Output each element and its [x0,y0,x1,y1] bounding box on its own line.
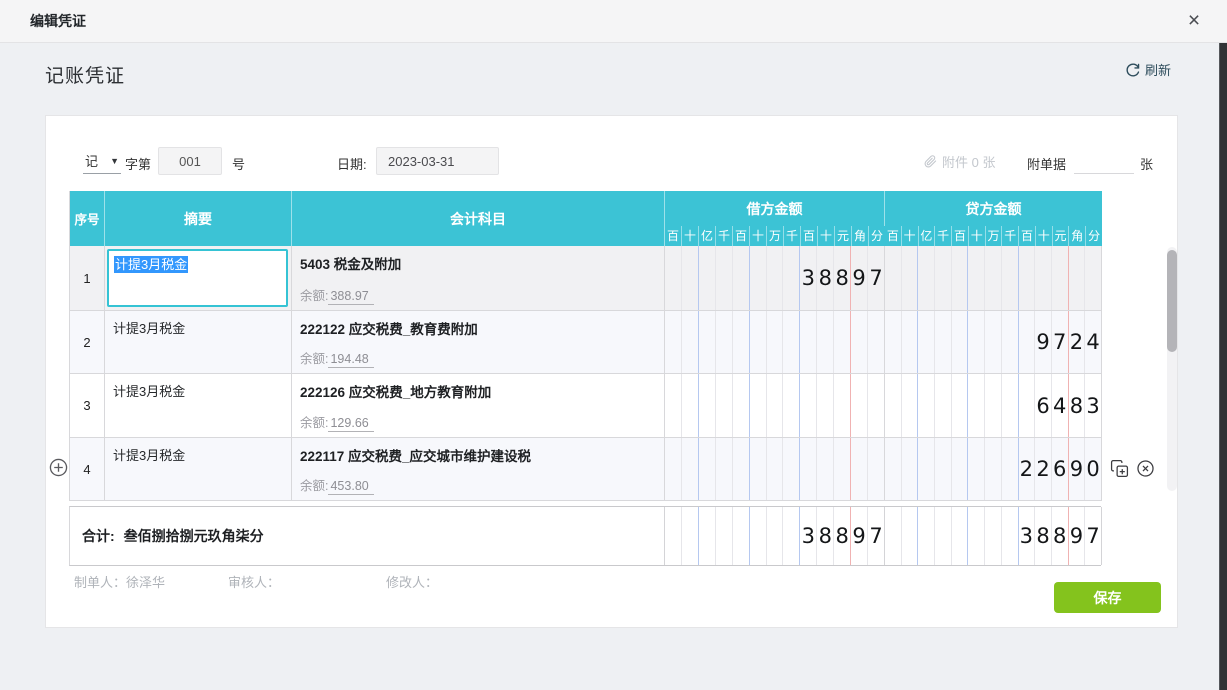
date-label: 日期: [337,157,367,172]
debit-cell[interactable]: 38897 [665,246,885,310]
total-row: 合计: 叁佰捌拾捌元玖角柒分 38897 38897 [69,506,1102,566]
table-row[interactable]: 4 计提3月税金 222117 应交税费_应交城市维护建设税 余额: 453.80… [70,438,1102,501]
balance: 余额: 194.48 [300,348,374,368]
hao-label: 号 [232,157,246,172]
credit-amount: 9724 [885,311,1101,373]
auditor-field: 审核人： [228,575,281,590]
voucher-table: 序号 摘要 会计科目 借方金额 贷方金额 百十亿千百十万千百十元角分 百十亿千百… [69,191,1102,501]
date-input[interactable] [376,147,499,175]
credit-digit-scale: 百十亿千百十万千百十元角分 [885,226,1102,246]
balance-value: 388.97 [328,289,374,305]
paperclip-icon [924,155,937,168]
refresh-button[interactable]: 刷新 [1126,60,1171,79]
summary-header: 摘要 [105,191,292,246]
selected-text: 计提3月税金 [114,256,189,273]
account-cell[interactable]: 222117 应交税费_应交城市维护建设税 余额: 453.80 [292,438,665,500]
zhang-label: 张 [1140,157,1154,172]
credit-cell[interactable]: 9724 [885,311,1102,373]
maker-field: 制单人：徐泽华 [74,575,166,590]
refresh-icon [1126,62,1140,76]
window-edge-strip [1219,43,1227,690]
summary-cell[interactable]: 计提3月税金 [105,311,292,373]
debit-digit-scale: 百十亿千百十万千百十元角分 [665,226,885,246]
fudanju-label: 附单据 [1027,157,1067,172]
debit-header: 借方金额 [665,191,885,226]
balance-value: 194.48 [328,352,374,368]
balance-value: 453.80 [328,479,374,495]
debit-amount [665,311,884,373]
row-seq: 3 [70,374,105,437]
voucher-form-row: 记 ▼ 字第 号 日期: 附件 0 张 附单据 张 [46,116,1177,176]
total-debit-cell: 38897 [665,507,885,565]
table-row[interactable]: 3 计提3月税金 222126 应交税费_地方教育附加 余额: 129.66 64… [70,374,1102,438]
total-debit-amount: 38897 [665,507,884,565]
total-prefix: 合计: [82,528,115,544]
balance: 余额: 388.97 [300,285,374,305]
attachment-label: 附件 0 张 [942,155,996,170]
seq-header: 序号 [70,191,105,246]
account-name: 5403 税金及附加 [300,257,402,272]
table-row[interactable]: 2 计提3月税金 222122 应交税费_教育费附加 余额: 194.48 972… [70,311,1102,374]
table-header: 序号 摘要 会计科目 借方金额 贷方金额 百十亿千百十万千百十元角分 百十亿千百… [70,191,1102,246]
dialog-titlebar: 编辑凭证 × [0,0,1227,43]
edit-voucher-dialog: 编辑凭证 × 记账凭证 刷新 记 ▼ 字第 号 日期: 附件 0 张 附单据 [0,0,1227,690]
dialog-title: 编辑凭证 [30,13,86,29]
credit-amount: 6483 [885,374,1101,437]
summary-cell[interactable]: 计提3月税金 [105,374,292,437]
attachment-button[interactable]: 附件 0 张 [924,152,995,171]
credit-amount [885,246,1101,310]
voucher-number-input[interactable] [158,147,222,175]
modifier-field: 修改人： [386,575,439,590]
balance: 余额: 453.80 [300,475,374,495]
row-seq: 4 [70,438,105,500]
zidi-label: 字第 [125,157,152,172]
total-label: 合计: 叁佰捌拾捌元玖角柒分 [70,507,665,565]
balance: 余额: 129.66 [300,412,374,432]
credit-cell[interactable]: 6483 [885,374,1102,437]
account-cell[interactable]: 222122 应交税费_教育费附加 余额: 194.48 [292,311,665,373]
debit-cell[interactable] [665,311,885,373]
account-header: 会计科目 [292,191,665,246]
delete-row-icon[interactable] [1136,459,1155,483]
voucher-card: 记 ▼ 字第 号 日期: 附件 0 张 附单据 张 序号 摘要 会计科目 借方金… [45,115,1178,628]
summary-edit-input[interactable]: 计提3月税金 [107,249,288,307]
summary-cell[interactable]: 计提3月税金 [105,438,292,500]
voucher-type-value: 记 [85,154,99,169]
credit-cell[interactable] [885,246,1102,310]
account-cell[interactable]: 222126 应交税费_地方教育附加 余额: 129.66 [292,374,665,437]
summary-cell[interactable]: 计提3月税金 [105,246,292,310]
credit-header: 贷方金额 [965,200,1022,217]
account-name: 222117 应交税费_应交城市维护建设税 [300,449,532,464]
debit-cell[interactable] [665,438,885,500]
refresh-label: 刷新 [1145,63,1172,78]
balance-value: 129.66 [328,416,374,432]
total-words: 叁佰捌拾捌元玖角柒分 [123,528,264,544]
debit-amount [665,374,884,437]
fudanju-input[interactable] [1074,152,1134,174]
copy-row-icon[interactable] [1110,459,1129,483]
total-credit-cell: 38897 [885,507,1102,565]
credit-cell[interactable]: 22690 [885,438,1102,500]
save-button[interactable]: 保存 [1054,582,1161,613]
table-scrollbar-track[interactable] [1167,247,1177,491]
add-row-icon[interactable] [49,458,68,482]
row-seq: 1 [70,246,105,310]
account-cell[interactable]: 5403 税金及附加 余额: 388.97 [292,246,665,310]
close-icon[interactable]: × [1181,8,1207,34]
maker-value: 徐泽华 [126,575,166,590]
table-row[interactable]: 1 计提3月税金 5403 税金及附加 余额: 388.97 38897 [70,246,1102,311]
credit-amount: 22690 [885,438,1101,500]
page-title: 记账凭证 [45,66,126,87]
total-credit-amount: 38897 [885,507,1101,565]
account-name: 222126 应交税费_地方教育附加 [300,385,492,400]
account-name: 222122 应交税费_教育费附加 [300,322,478,337]
voucher-type-select[interactable]: 记 ▼ [83,148,121,174]
debit-amount [665,438,884,500]
row-seq: 2 [70,311,105,373]
chevron-down-icon: ▼ [110,155,119,166]
table-scrollbar-thumb[interactable] [1167,250,1177,352]
debit-amount: 38897 [665,246,884,310]
debit-cell[interactable] [665,374,885,437]
